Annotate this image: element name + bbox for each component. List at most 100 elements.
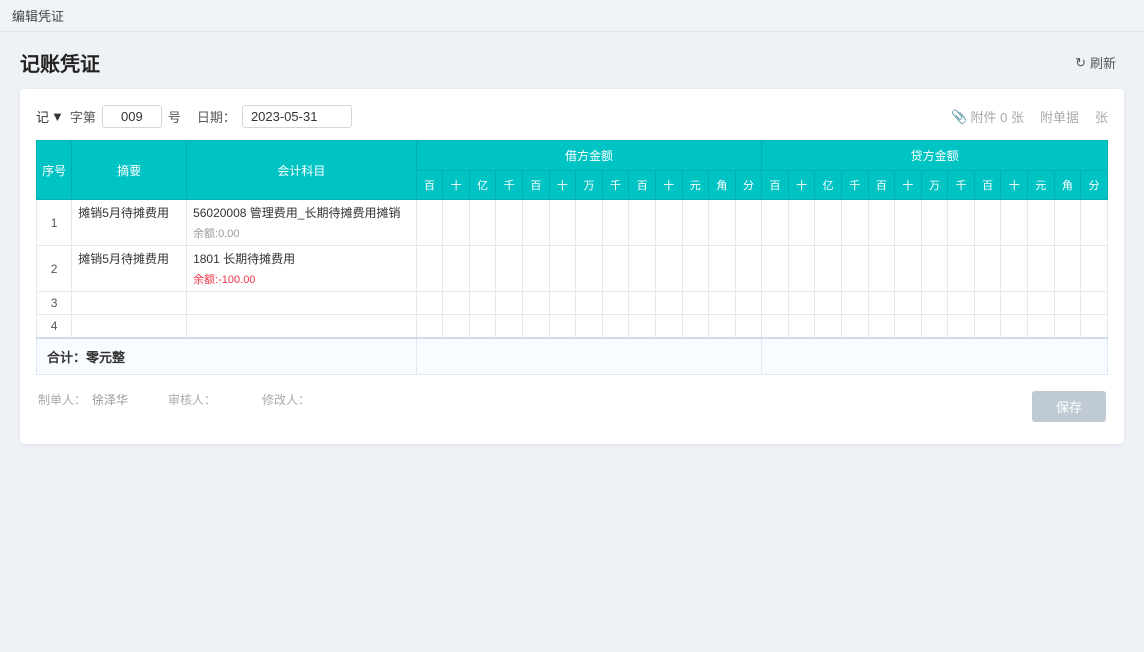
debit-digit-cell[interactable]	[576, 200, 603, 246]
credit-digit-cell[interactable]	[841, 315, 868, 339]
credit-digit-cell[interactable]	[815, 200, 842, 246]
attachment-doc-link[interactable]: 附单据	[1040, 107, 1079, 126]
debit-digit-cell[interactable]	[629, 292, 656, 315]
credit-digit-cell[interactable]	[1028, 292, 1055, 315]
debit-digit-cell[interactable]	[496, 315, 523, 339]
summary-cell[interactable]	[72, 292, 187, 315]
credit-digit-cell[interactable]	[1001, 292, 1028, 315]
credit-digit-cell[interactable]	[1081, 315, 1108, 339]
credit-digit-cell[interactable]	[1028, 200, 1055, 246]
debit-digit-cell[interactable]	[469, 200, 496, 246]
credit-digit-cell[interactable]	[868, 315, 895, 339]
debit-digit-cell[interactable]	[416, 292, 443, 315]
credit-digit-cell[interactable]	[948, 200, 975, 246]
debit-digit-cell[interactable]	[523, 315, 550, 339]
credit-digit-cell[interactable]	[788, 200, 815, 246]
credit-digit-cell[interactable]	[1001, 200, 1028, 246]
date-input[interactable]	[242, 105, 352, 128]
debit-digit-cell[interactable]	[496, 200, 523, 246]
credit-digit-cell[interactable]	[1054, 246, 1081, 292]
credit-digit-cell[interactable]	[1054, 315, 1081, 339]
debit-digit-cell[interactable]	[602, 200, 629, 246]
summary-cell[interactable]	[72, 315, 187, 339]
subject-cell[interactable]	[187, 292, 417, 315]
credit-digit-cell[interactable]	[1001, 246, 1028, 292]
credit-digit-cell[interactable]	[1001, 315, 1028, 339]
credit-digit-cell[interactable]	[948, 246, 975, 292]
debit-digit-cell[interactable]	[709, 315, 736, 339]
debit-digit-cell[interactable]	[655, 200, 682, 246]
debit-digit-cell[interactable]	[682, 292, 709, 315]
credit-digit-cell[interactable]	[974, 200, 1001, 246]
debit-digit-cell[interactable]	[576, 292, 603, 315]
attachment-count[interactable]: 📎 附件 0 张	[951, 107, 1024, 126]
debit-digit-cell[interactable]	[682, 246, 709, 292]
debit-digit-cell[interactable]	[735, 246, 762, 292]
debit-digit-cell[interactable]	[602, 292, 629, 315]
debit-digit-cell[interactable]	[735, 292, 762, 315]
credit-digit-cell[interactable]	[815, 315, 842, 339]
credit-digit-cell[interactable]	[868, 246, 895, 292]
credit-digit-cell[interactable]	[762, 200, 789, 246]
summary-cell[interactable]: 摊销5月待摊费用	[72, 246, 187, 292]
debit-digit-cell[interactable]	[469, 315, 496, 339]
debit-digit-cell[interactable]	[523, 292, 550, 315]
credit-digit-cell[interactable]	[1028, 246, 1055, 292]
credit-digit-cell[interactable]	[974, 292, 1001, 315]
credit-digit-cell[interactable]	[815, 292, 842, 315]
refresh-button[interactable]: ↻ 刷新	[1067, 49, 1124, 76]
credit-digit-cell[interactable]	[948, 315, 975, 339]
credit-digit-cell[interactable]	[788, 292, 815, 315]
debit-digit-cell[interactable]	[576, 246, 603, 292]
debit-digit-cell[interactable]	[629, 200, 656, 246]
subject-cell[interactable]: 56020008 管理费用_长期待摊费用摊销余额:0.00	[187, 200, 417, 246]
summary-cell[interactable]: 摊销5月待摊费用	[72, 200, 187, 246]
voucher-type-dropdown[interactable]: 记 ▼	[36, 107, 64, 126]
credit-digit-cell[interactable]	[1081, 246, 1108, 292]
debit-digit-cell[interactable]	[523, 246, 550, 292]
credit-digit-cell[interactable]	[921, 315, 948, 339]
debit-digit-cell[interactable]	[416, 200, 443, 246]
credit-digit-cell[interactable]	[1054, 200, 1081, 246]
debit-digit-cell[interactable]	[549, 200, 576, 246]
debit-digit-cell[interactable]	[735, 200, 762, 246]
credit-digit-cell[interactable]	[762, 246, 789, 292]
credit-digit-cell[interactable]	[974, 315, 1001, 339]
debit-digit-cell[interactable]	[496, 292, 523, 315]
debit-digit-cell[interactable]	[709, 292, 736, 315]
debit-digit-cell[interactable]	[576, 315, 603, 339]
debit-digit-cell[interactable]	[549, 246, 576, 292]
debit-digit-cell[interactable]	[469, 292, 496, 315]
debit-digit-cell[interactable]	[682, 315, 709, 339]
debit-digit-cell[interactable]	[602, 246, 629, 292]
save-button[interactable]: 保存	[1032, 391, 1106, 422]
debit-digit-cell[interactable]	[709, 246, 736, 292]
credit-digit-cell[interactable]	[762, 292, 789, 315]
debit-digit-cell[interactable]	[416, 246, 443, 292]
credit-digit-cell[interactable]	[895, 315, 922, 339]
credit-digit-cell[interactable]	[1054, 292, 1081, 315]
debit-digit-cell[interactable]	[629, 315, 656, 339]
credit-digit-cell[interactable]	[1028, 315, 1055, 339]
credit-digit-cell[interactable]	[895, 200, 922, 246]
credit-digit-cell[interactable]	[921, 200, 948, 246]
debit-digit-cell[interactable]	[496, 246, 523, 292]
credit-digit-cell[interactable]	[788, 246, 815, 292]
debit-digit-cell[interactable]	[549, 292, 576, 315]
credit-digit-cell[interactable]	[895, 292, 922, 315]
debit-digit-cell[interactable]	[655, 292, 682, 315]
debit-digit-cell[interactable]	[629, 246, 656, 292]
subject-cell[interactable]	[187, 315, 417, 339]
debit-digit-cell[interactable]	[655, 246, 682, 292]
credit-digit-cell[interactable]	[841, 246, 868, 292]
debit-digit-cell[interactable]	[443, 246, 470, 292]
credit-digit-cell[interactable]	[948, 292, 975, 315]
debit-digit-cell[interactable]	[735, 315, 762, 339]
credit-digit-cell[interactable]	[974, 246, 1001, 292]
debit-digit-cell[interactable]	[443, 200, 470, 246]
credit-digit-cell[interactable]	[868, 200, 895, 246]
debit-digit-cell[interactable]	[682, 200, 709, 246]
debit-digit-cell[interactable]	[469, 246, 496, 292]
credit-digit-cell[interactable]	[788, 315, 815, 339]
credit-digit-cell[interactable]	[1081, 200, 1108, 246]
